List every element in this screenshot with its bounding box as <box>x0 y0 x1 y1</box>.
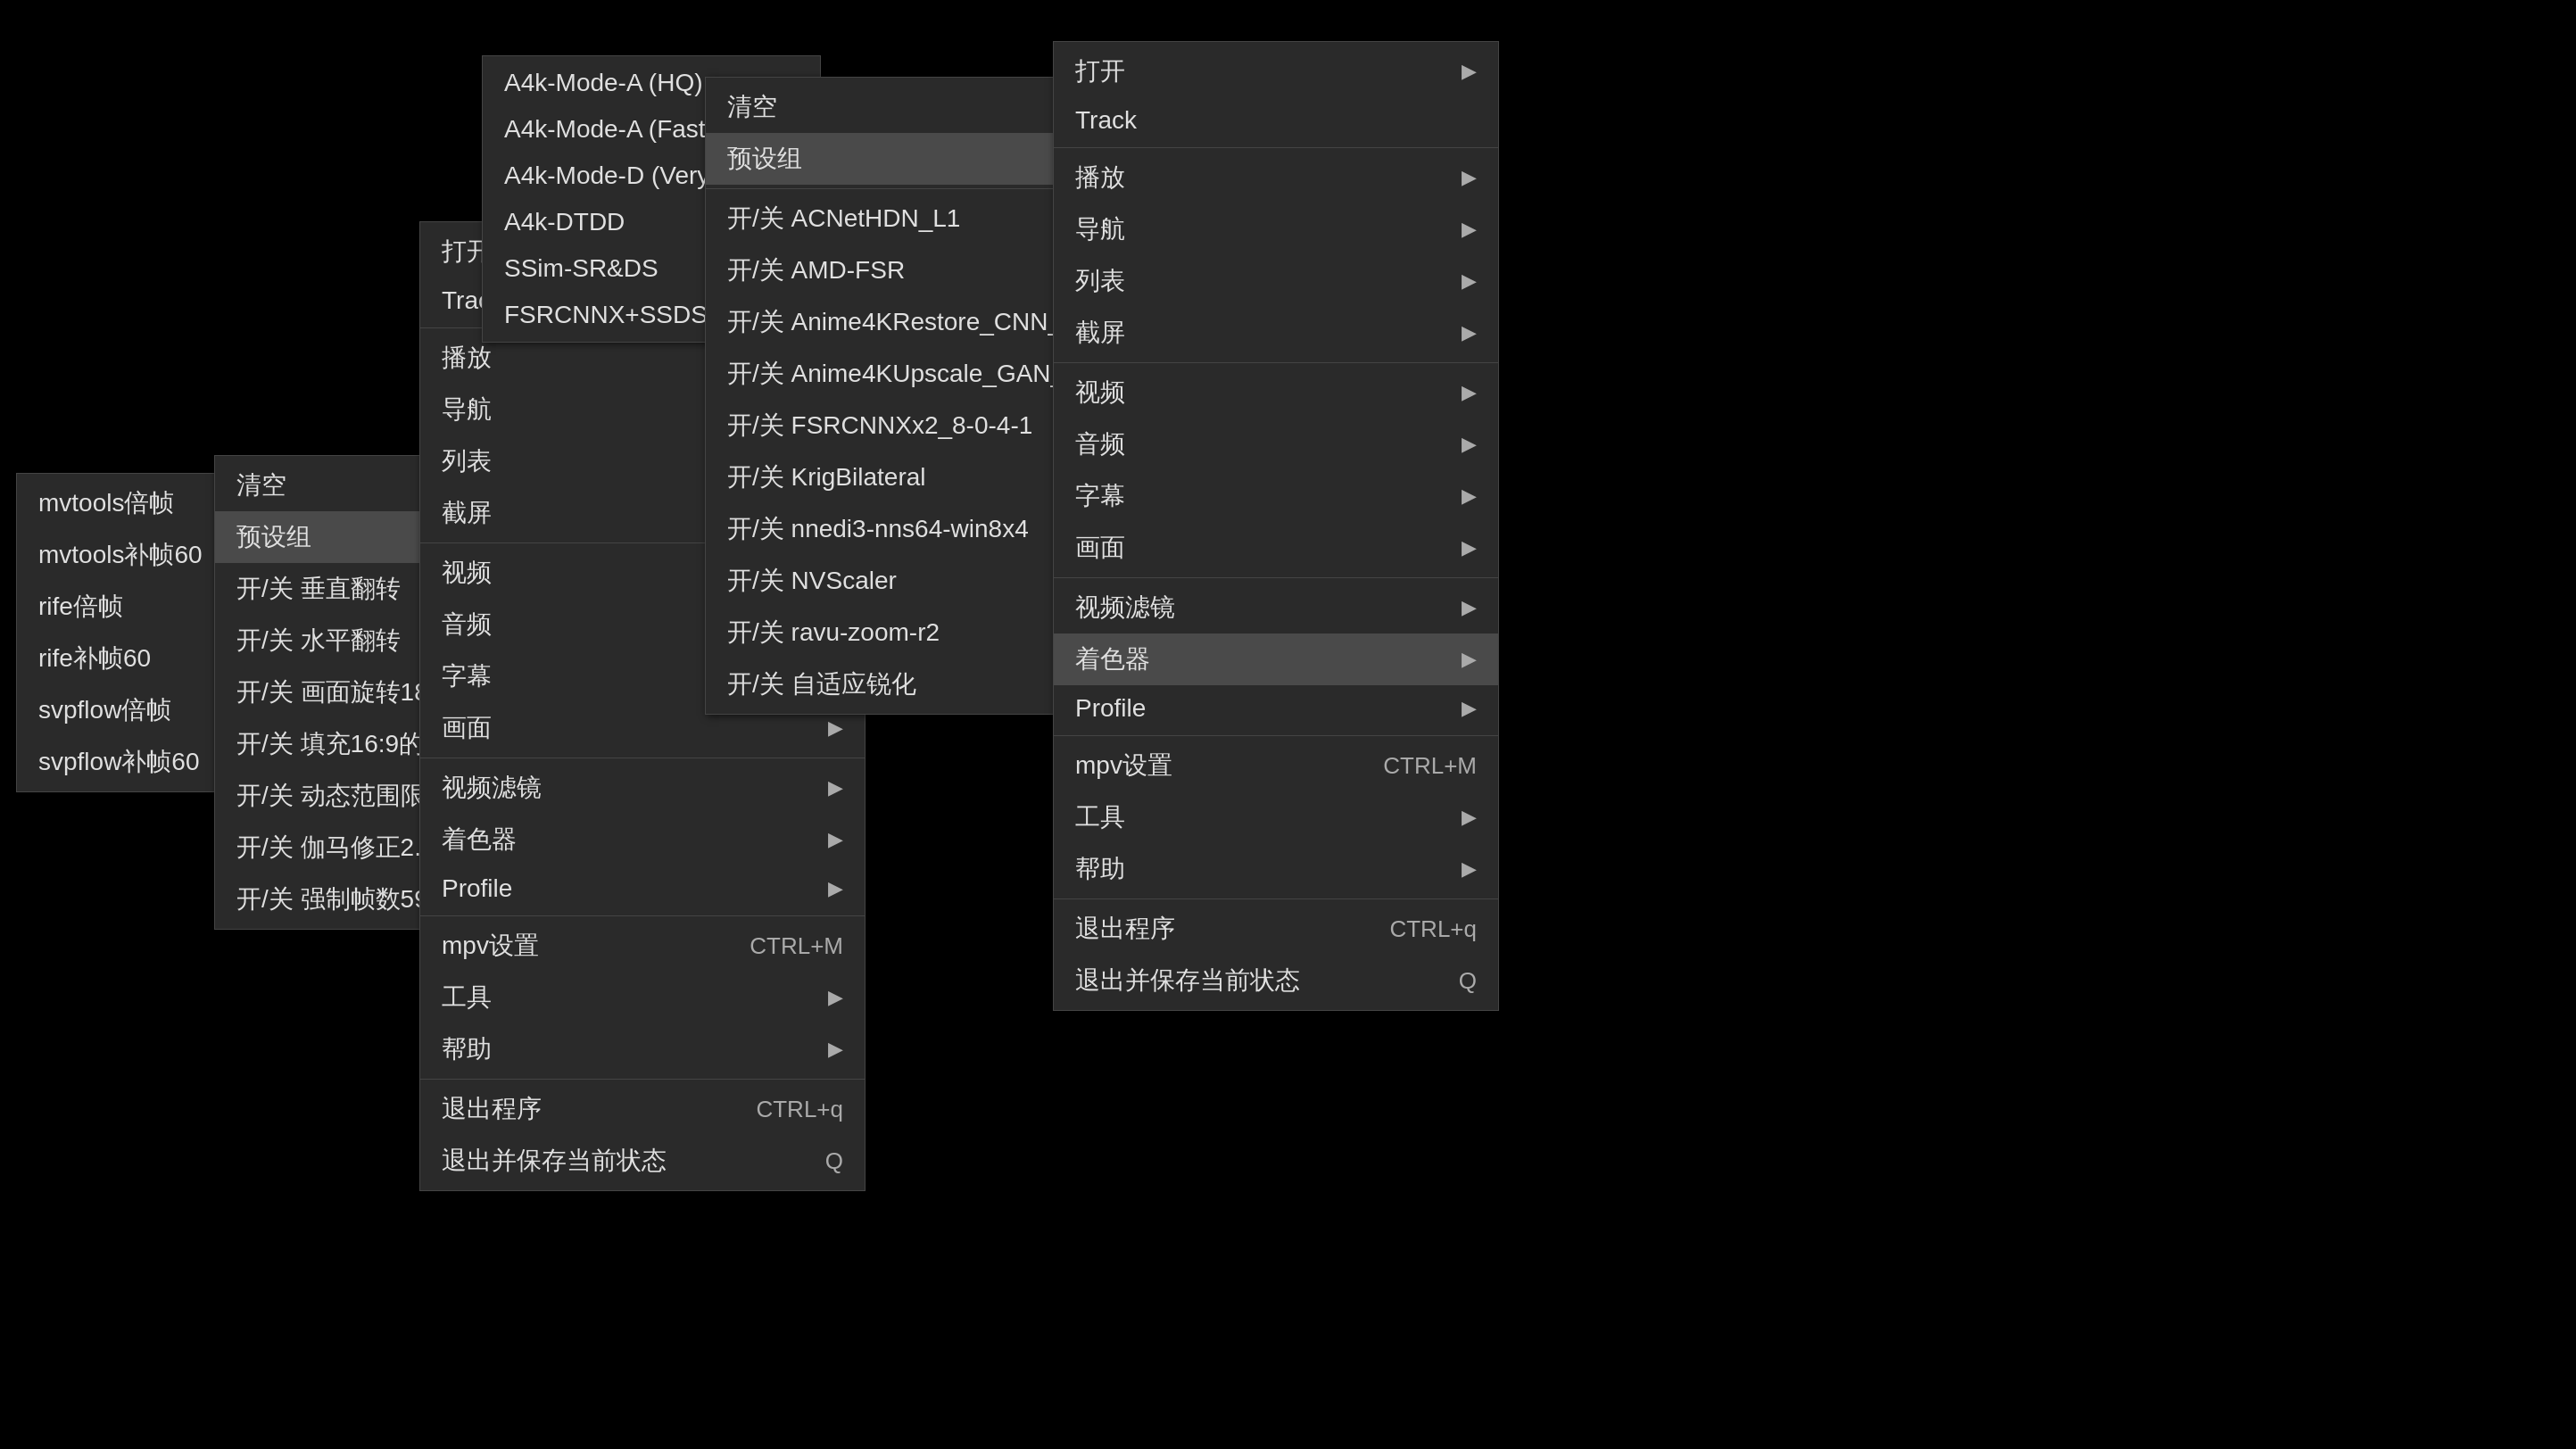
arrow-icon: ▶ <box>1462 596 1477 619</box>
menu-item-screenshot-r[interactable]: 截屏 ▶ <box>1054 307 1498 359</box>
arrow-icon: ▶ <box>828 986 843 1009</box>
menu-item-subtitle-r[interactable]: 字幕 ▶ <box>1054 470 1498 522</box>
menu-item-profile-r[interactable]: Profile ▶ <box>1054 685 1498 732</box>
menu-item-video-r[interactable]: 视频 ▶ <box>1054 367 1498 418</box>
menu-item-open-r[interactable]: 打开 ▶ <box>1054 46 1498 97</box>
arrow-icon: ▶ <box>1462 321 1477 344</box>
menu-item-svpflow-bei[interactable]: svpflow倍帧 <box>17 684 247 736</box>
menu-item-mvtools-bu60[interactable]: mvtools补帧60 <box>17 529 247 581</box>
arrow-icon: ▶ <box>828 716 843 740</box>
menu-item-quit-save-r[interactable]: 退出并保存当前状态 Q <box>1054 955 1498 1006</box>
arrow-icon: ▶ <box>1462 857 1477 881</box>
menu-item-nav-r[interactable]: 导航 ▶ <box>1054 203 1498 255</box>
menu-item-help[interactable]: 帮助 ▶ <box>420 1023 865 1075</box>
menu-main-right[interactable]: 打开 ▶ Track 播放 ▶ 导航 ▶ 列表 ▶ 截屏 ▶ 视频 ▶ 音频 ▶… <box>1053 41 1499 1011</box>
menu-item-shader[interactable]: 着色器 ▶ <box>420 814 865 865</box>
menu-item-profile[interactable]: Profile ▶ <box>420 865 865 912</box>
menu-item-svpflow-bu60[interactable]: svpflow补帧60 <box>17 736 247 788</box>
menu-item-tools-r[interactable]: 工具 ▶ <box>1054 791 1498 843</box>
separator <box>1054 735 1498 736</box>
menu-item-audio-r[interactable]: 音频 ▶ <box>1054 418 1498 470</box>
separator <box>1054 362 1498 363</box>
arrow-icon: ▶ <box>1462 697 1477 720</box>
arrow-icon: ▶ <box>828 1038 843 1061</box>
separator <box>420 915 865 916</box>
arrow-icon: ▶ <box>828 776 843 799</box>
menu-item-vidfilter[interactable]: 视频滤镜 ▶ <box>420 762 865 814</box>
menu-item-mpv-settings[interactable]: mpv设置 CTRL+M <box>420 920 865 972</box>
arrow-icon: ▶ <box>1462 536 1477 559</box>
arrow-icon: ▶ <box>828 877 843 900</box>
separator <box>1054 577 1498 578</box>
arrow-icon: ▶ <box>1462 648 1477 671</box>
arrow-icon: ▶ <box>1462 381 1477 404</box>
menu-item-shader-r[interactable]: 着色器 ▶ <box>1054 633 1498 685</box>
menu-item-quit-save[interactable]: 退出并保存当前状态 Q <box>420 1135 865 1187</box>
menu-item-play-r[interactable]: 播放 ▶ <box>1054 152 1498 203</box>
arrow-icon: ▶ <box>1462 166 1477 189</box>
menu-item-tools[interactable]: 工具 ▶ <box>420 972 865 1023</box>
arrow-icon: ▶ <box>1462 60 1477 83</box>
menu-mvtools[interactable]: mvtools倍帧 mvtools补帧60 rife倍帧 rife补帧60 sv… <box>16 473 248 792</box>
arrow-icon: ▶ <box>1462 269 1477 293</box>
menu-item-help-r[interactable]: 帮助 ▶ <box>1054 843 1498 895</box>
separator <box>1054 147 1498 148</box>
arrow-icon: ▶ <box>1462 433 1477 456</box>
arrow-icon: ▶ <box>828 828 843 851</box>
separator <box>420 1079 865 1080</box>
menu-item-quit-r[interactable]: 退出程序 CTRL+q <box>1054 903 1498 955</box>
menu-item-vidfilter-r[interactable]: 视频滤镜 ▶ <box>1054 582 1498 633</box>
separator <box>1054 898 1498 899</box>
menu-item-quit[interactable]: 退出程序 CTRL+q <box>420 1083 865 1135</box>
menu-item-screen-r[interactable]: 画面 ▶ <box>1054 522 1498 574</box>
menu-item-list-r[interactable]: 列表 ▶ <box>1054 255 1498 307</box>
menu-item-rife-bu60[interactable]: rife补帧60 <box>17 633 247 684</box>
arrow-icon: ▶ <box>1462 806 1477 829</box>
arrow-icon: ▶ <box>1462 484 1477 508</box>
menu-item-rife-bei[interactable]: rife倍帧 <box>17 581 247 633</box>
menu-item-track-r[interactable]: Track <box>1054 97 1498 144</box>
arrow-icon: ▶ <box>1462 218 1477 241</box>
menu-item-mvtools-beizheng[interactable]: mvtools倍帧 <box>17 477 247 529</box>
menu-item-mpv-settings-r[interactable]: mpv设置 CTRL+M <box>1054 740 1498 791</box>
